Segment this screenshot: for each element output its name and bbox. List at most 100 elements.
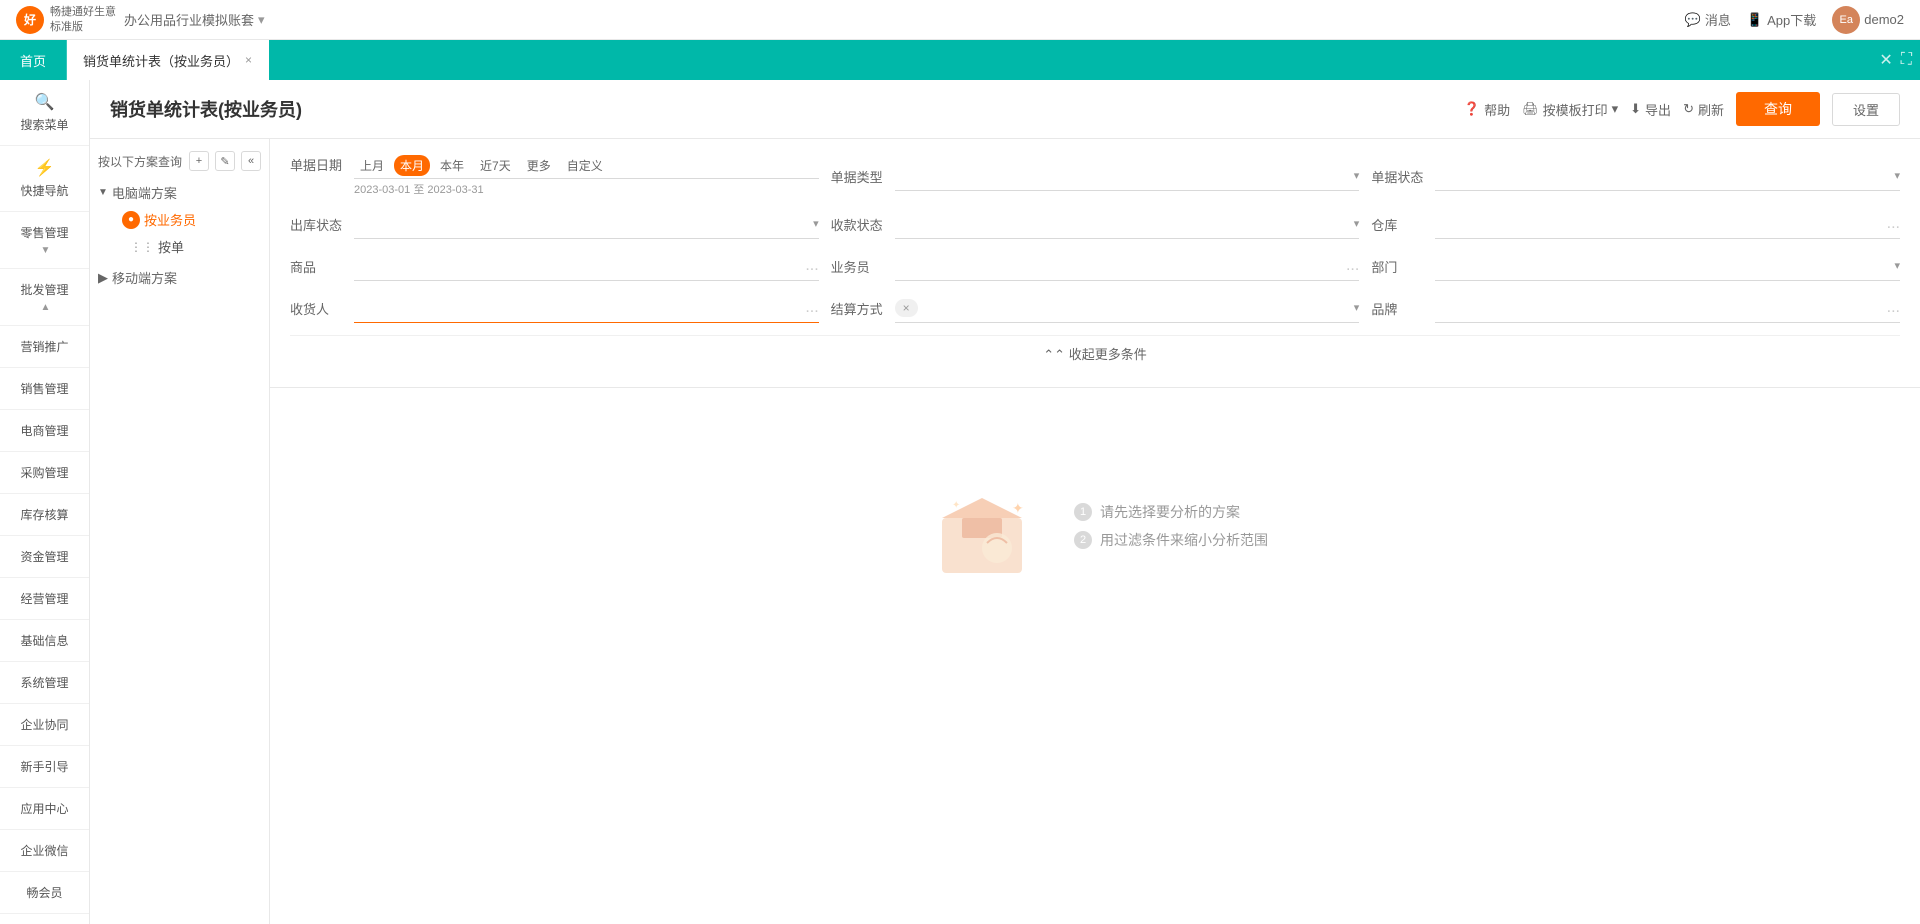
tab-close-window-button[interactable]: ✕ <box>1879 50 1892 70</box>
query-button[interactable]: 查询 <box>1736 92 1820 126</box>
export-button[interactable]: ⬇ 导出 <box>1630 100 1671 119</box>
add-scheme-button[interactable]: + <box>189 151 209 171</box>
empty-state: ✦ ✦ 1 请先选择要分析的方案 2 用过滤条件来缩小分析范围 <box>270 388 1920 671</box>
sidebar-item-search[interactable]: 🔍 搜索菜单 <box>0 80 89 146</box>
help-icon: ❓ <box>1464 101 1480 117</box>
filter-item-docstatus: 单据状态 ▾ <box>1371 155 1900 197</box>
sidebar-item-member[interactable]: 畅会员 <box>0 872 89 914</box>
department-select[interactable]: ▾ <box>1435 255 1900 276</box>
brand-input[interactable] <box>1435 296 1882 319</box>
date-filter-content: 上月 本月 本年 近7天 更多 自定义 2023-03-01 至 2023-03… <box>354 155 819 197</box>
warehouse-input[interactable] <box>1435 212 1882 235</box>
sidebar-item-finance[interactable]: 资金管理 <box>0 536 89 578</box>
refresh-icon: ↻ <box>1683 101 1694 117</box>
mobile-group-header[interactable]: ▶ 移动端方案 <box>98 264 261 291</box>
refresh-button[interactable]: ↻ 刷新 <box>1683 100 1724 119</box>
goods-input[interactable] <box>354 254 801 277</box>
sidebar-item-retail[interactable]: 零售管理 ▼ <box>0 212 89 269</box>
date-range-text: 2023-03-01 至 2023-03-31 <box>354 181 819 197</box>
sidebar-item-corpwechat[interactable]: 企业微信 <box>0 830 89 872</box>
sidebar-item-purchase[interactable]: 采购管理 <box>0 452 89 494</box>
tab-close-button[interactable]: × <box>245 53 252 67</box>
scheme-item-by-salesman[interactable]: ● 按业务员 <box>98 206 261 233</box>
filter-item-settlement: 结算方式 × ▾ <box>831 293 1360 323</box>
settlement-select[interactable]: × ▾ <box>895 295 1360 321</box>
date-last7days-button[interactable]: 近7天 <box>474 155 517 176</box>
filter-row-1: 单据日期 上月 本月 本年 近7天 更多 自定义 20 <box>290 155 1900 197</box>
sidebar-item-ecommerce[interactable]: 电商管理 <box>0 410 89 452</box>
sidebar-item-system[interactable]: 系统管理 <box>0 662 89 704</box>
out-status-chevron-icon: ▾ <box>813 217 819 230</box>
sidebar-item-marketing[interactable]: 营销推广 <box>0 326 89 368</box>
step-number-1: 1 <box>1074 503 1092 521</box>
date-more-button[interactable]: 更多 <box>521 155 557 176</box>
edit-scheme-button[interactable]: ✎ <box>215 151 235 171</box>
desktop-group-header[interactable]: ▼ 电脑端方案 <box>98 179 261 206</box>
sidebar: 🔍 搜索菜单 ⚡ 快捷导航 零售管理 ▼ 批发管理 ▲ 营销推广 销售管理 电商… <box>0 80 90 924</box>
scheme-item-by-order[interactable]: ⋮⋮ 按单 <box>98 233 261 260</box>
sidebar-item-newguide[interactable]: 新手引导 <box>0 746 89 788</box>
collapse-panel-button[interactable]: « <box>241 151 261 171</box>
date-custom-button[interactable]: 自定义 <box>561 155 609 176</box>
sidebar-item-quicknav[interactable]: ⚡ 快捷导航 <box>0 146 89 212</box>
empty-illustration: ✦ ✦ <box>922 468 1042 591</box>
sidebar-item-sales[interactable]: 销售管理 <box>0 368 89 410</box>
sidebar-item-basicinfo[interactable]: 基础信息 <box>0 620 89 662</box>
brand-dots-button[interactable]: ... <box>1883 299 1900 317</box>
breadcrumb: 办公用品行业模拟账套 ▾ <box>124 10 265 29</box>
sidebar-item-operations[interactable]: 经营管理 <box>0 578 89 620</box>
tab-home[interactable]: 首页 <box>0 40 67 80</box>
warehouse-dots-button[interactable]: ... <box>1883 215 1900 233</box>
user-menu[interactable]: Ea demo2 <box>1832 6 1904 34</box>
filter-item-collectstatus: 收款状态 ▾ <box>831 209 1360 239</box>
date-current-month-button[interactable]: 本月 <box>394 155 430 176</box>
sidebar-item-collab[interactable]: 企业协同 <box>0 704 89 746</box>
warehouse-control: ... <box>1435 209 1900 239</box>
doc-type-select[interactable]: ▾ <box>895 165 1360 186</box>
salesman-dots-button[interactable]: ... <box>1342 257 1359 275</box>
date-current-year-button[interactable]: 本年 <box>434 155 470 176</box>
out-status-select[interactable]: ▾ <box>354 213 819 234</box>
salesman-control: ... <box>895 251 1360 281</box>
salesman-input[interactable] <box>895 254 1342 277</box>
sidebar-item-wholesale[interactable]: 批发管理 ▲ <box>0 269 89 326</box>
avatar: Ea <box>1832 6 1860 34</box>
settlement-control: × ▾ <box>895 293 1360 323</box>
filter-item-consignee: 收货人 ... <box>290 293 819 323</box>
group-expand-icon: ▼ <box>98 187 108 198</box>
sidebar-item-inventory[interactable]: 库存核算 <box>0 494 89 536</box>
consignee-input[interactable] <box>354 296 801 319</box>
filter-item-salesman: 业务员 ... <box>831 251 1360 281</box>
filter-item-brand: 品牌 ... <box>1371 293 1900 323</box>
sidebar-item-appcenter[interactable]: 应用中心 <box>0 788 89 830</box>
logo-area: 好 畅捷通好生意 标准版 <box>16 5 116 34</box>
collapse-filters-button[interactable]: ⌃⌃ 收起更多条件 <box>290 335 1900 371</box>
settings-button[interactable]: 设置 <box>1832 93 1900 126</box>
page-header: 销货单统计表(按业务员) ❓ 帮助 🖨 按模板打印 ▾ ⬇ 导出 ↻ 刷新 <box>90 80 1920 139</box>
help-button[interactable]: ❓ 帮助 <box>1464 100 1510 119</box>
date-last-month-button[interactable]: 上月 <box>354 155 390 176</box>
tab-expand-button[interactable]: ⛶ <box>1901 51 1912 69</box>
collect-status-select[interactable]: ▾ <box>895 213 1360 234</box>
consignee-control: ... <box>354 293 819 323</box>
breadcrumb-dropdown[interactable]: ▾ <box>258 12 265 28</box>
left-panel: 按以下方案查询 + ✎ « ▼ 电脑端方案 ● 按业务员 <box>90 139 270 924</box>
wholesale-arrow-icon: ▲ <box>41 302 51 313</box>
right-panel: 单据日期 上月 本月 本年 近7天 更多 自定义 20 <box>270 139 1920 924</box>
template-print-button[interactable]: 🖨 按模板打印 ▾ <box>1522 94 1618 125</box>
export-icon: ⬇ <box>1630 101 1641 117</box>
app-download-button[interactable]: 📱 App下载 <box>1747 10 1816 29</box>
doc-status-select[interactable]: ▾ <box>1435 165 1900 186</box>
search-icon: 🔍 <box>35 92 55 112</box>
settlement-tag-remove[interactable]: × <box>903 301 910 315</box>
message-button[interactable]: 💬 消息 <box>1685 10 1731 29</box>
page-title: 销货单统计表(按业务员) <box>110 96 302 122</box>
filter-item-goods: 商品 ... <box>290 251 819 281</box>
empty-step-1: 1 请先选择要分析的方案 <box>1074 502 1268 522</box>
filter-item-outstatus: 出库状态 ▾ <box>290 209 819 239</box>
goods-dots-button[interactable]: ... <box>801 257 818 275</box>
top-header: 好 畅捷通好生意 标准版 办公用品行业模拟账套 ▾ 💬 消息 📱 App下载 E… <box>0 0 1920 40</box>
filter-row-4: 收货人 ... 结算方式 × <box>290 293 1900 323</box>
tab-active[interactable]: 销货单统计表（按业务员） × <box>67 40 269 80</box>
consignee-dots-button[interactable]: ... <box>801 299 818 317</box>
